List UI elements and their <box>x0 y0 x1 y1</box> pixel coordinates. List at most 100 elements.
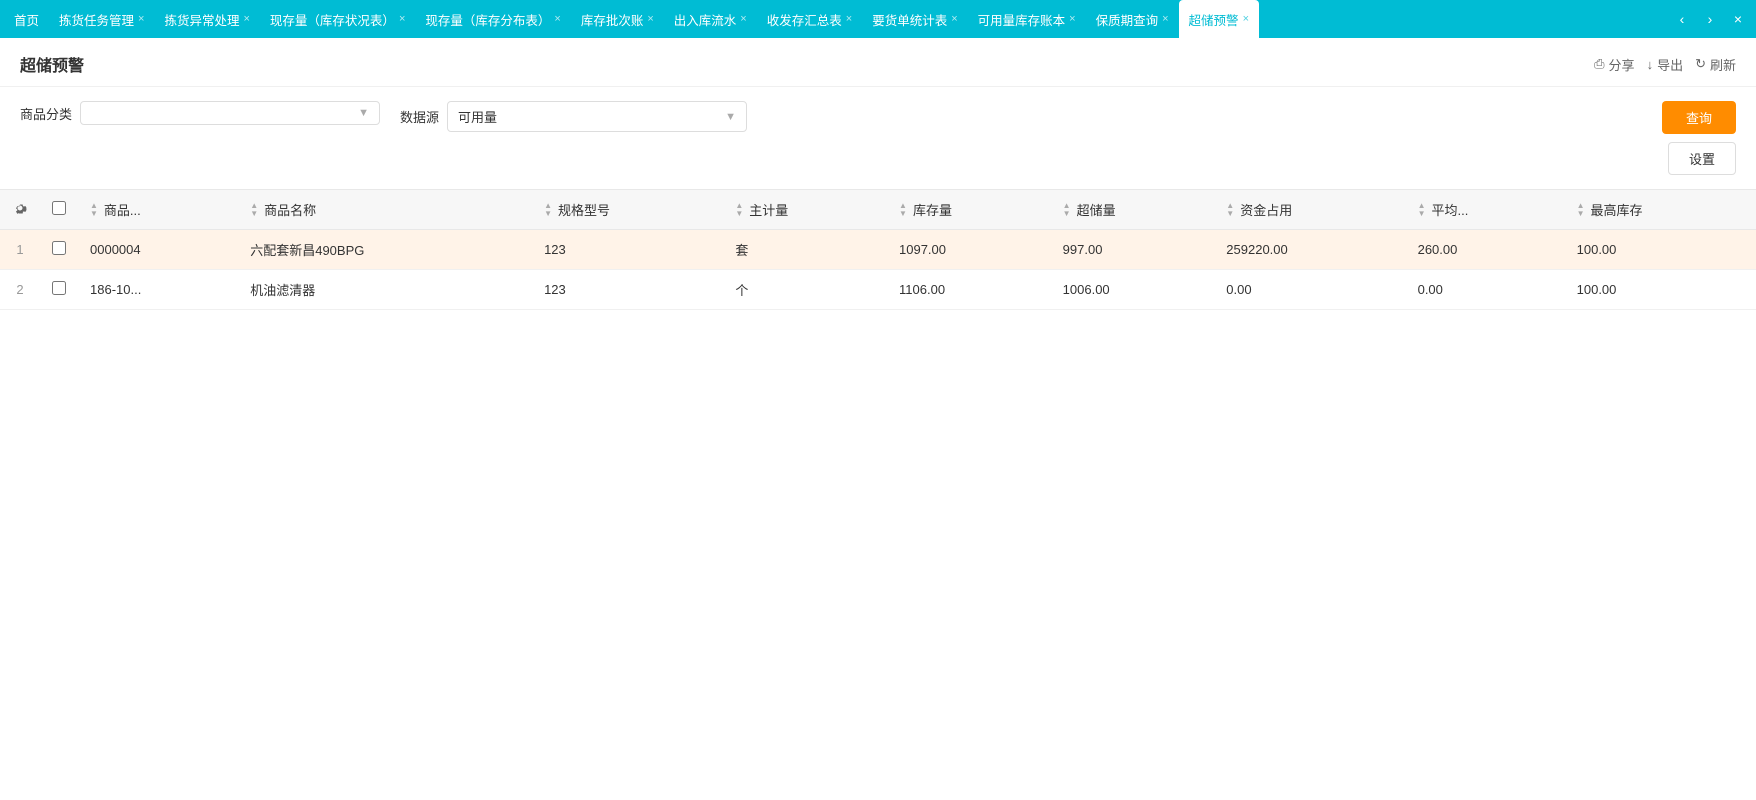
th-spec[interactable]: ▲▼ 规格型号 <box>532 190 723 230</box>
nav-tab-8-close[interactable]: × <box>951 13 957 25</box>
sort-arrows-icon-3: ▲▼ <box>544 202 552 218</box>
nav-tab-2-close[interactable]: × <box>243 13 249 25</box>
datasource-filter-group: 数据源 可用量 ▼ <box>400 101 747 132</box>
nav-tab-3[interactable]: 现存量（库存状况表） × <box>260 0 415 38</box>
th-max-stock[interactable]: ▲▼ 最高库存 <box>1565 190 1756 230</box>
table-header-row: ▲▼ 商品... ▲▼ 商品名称 ▲▼ 规格型号 <box>0 190 1756 230</box>
category-filter-group: 商品分类 ▼ <box>20 101 380 125</box>
row-1-product-code: 0000004 <box>78 230 238 270</box>
th-overstock-label: 超储量 <box>1077 200 1116 219</box>
nav-tab-8[interactable]: 要货单统计表 × <box>862 0 967 38</box>
nav-tab-11-close[interactable]: × <box>1243 13 1249 25</box>
th-avg[interactable]: ▲▼ 平均... <box>1406 190 1565 230</box>
datasource-select-value: 可用量 <box>458 107 497 126</box>
share-label: 分享 <box>1609 55 1635 74</box>
nav-tab-5[interactable]: 库存批次账 × <box>571 0 664 38</box>
nav-tab-home[interactable]: 首页 <box>4 0 49 38</box>
row-1-max-stock: 100.00 <box>1565 230 1756 270</box>
nav-tab-5-close[interactable]: × <box>647 13 653 25</box>
page-header: 超储预警 ⎙ 分享 ↓ 导出 ↻ 刷新 <box>0 38 1756 87</box>
th-product-name[interactable]: ▲▼ 商品名称 <box>238 190 532 230</box>
export-icon: ↓ <box>1647 57 1654 72</box>
gear-icon <box>12 200 28 216</box>
th-stock-label: 库存量 <box>913 200 952 219</box>
row-2-stock: 1106.00 <box>887 270 1051 310</box>
nav-tab-8-label: 要货单统计表 <box>872 10 947 29</box>
nav-tab-4-close[interactable]: × <box>554 13 560 25</box>
category-select[interactable]: ▼ <box>80 101 380 125</box>
chevron-down-icon-2: ▼ <box>725 111 736 123</box>
nav-tab-4-label: 现存量（库存分布表） <box>425 10 550 29</box>
nav-tab-5-label: 库存批次账 <box>581 10 644 29</box>
nav-close-button[interactable]: × <box>1724 0 1752 38</box>
select-all-checkbox[interactable] <box>52 201 66 215</box>
nav-tab-9-close[interactable]: × <box>1069 13 1075 25</box>
nav-tab-6-label: 出入库流水 <box>674 10 737 29</box>
nav-tab-1[interactable]: 拣货任务管理 × <box>49 0 154 38</box>
header-actions: ⎙ 分享 ↓ 导出 ↻ 刷新 <box>1594 55 1736 74</box>
th-capital[interactable]: ▲▼ 资金占用 <box>1214 190 1405 230</box>
page-title: 超储预警 <box>20 52 84 76</box>
sort-arrows-icon-9: ▲▼ <box>1577 202 1585 218</box>
nav-arrow-group: ‹ › × <box>1668 0 1752 38</box>
nav-tab-6-close[interactable]: × <box>740 13 746 25</box>
row-2-num: 2 <box>0 270 40 310</box>
th-unit[interactable]: ▲▼ 主计量 <box>723 190 887 230</box>
sort-arrows-icon-8: ▲▼ <box>1418 202 1426 218</box>
sort-arrows-icon-7: ▲▼ <box>1226 202 1234 218</box>
nav-tab-3-label: 现存量（库存状况表） <box>270 10 395 29</box>
row-1-unit: 套 <box>723 230 887 270</box>
nav-tab-6[interactable]: 出入库流水 × <box>664 0 757 38</box>
nav-tab-7[interactable]: 收发存汇总表 × <box>757 0 862 38</box>
refresh-button[interactable]: ↻ 刷新 <box>1695 55 1736 74</box>
datasource-select[interactable]: 可用量 ▼ <box>447 101 747 132</box>
row-2-checkbox[interactable] <box>52 281 66 295</box>
row-1-checkbox-cell[interactable] <box>40 230 78 270</box>
row-1-avg: 260.00 <box>1406 230 1565 270</box>
th-overstock[interactable]: ▲▼ 超储量 <box>1051 190 1215 230</box>
sort-arrows-icon-4: ▲▼ <box>735 202 743 218</box>
th-max-stock-label: 最高库存 <box>1591 200 1643 219</box>
sort-arrows-icon-6: ▲▼ <box>1063 202 1071 218</box>
query-button[interactable]: 查询 <box>1662 101 1736 134</box>
table-body: 1 0000004 六配套新昌490BPG 123 套 1097.00 997.… <box>0 230 1756 310</box>
row-2-spec: 123 <box>532 270 723 310</box>
row-1-num: 1 <box>0 230 40 270</box>
nav-tab-11[interactable]: 超储预警 × <box>1179 0 1259 38</box>
data-table: ▲▼ 商品... ▲▼ 商品名称 ▲▼ 规格型号 <box>0 189 1756 310</box>
th-stock[interactable]: ▲▼ 库存量 <box>887 190 1051 230</box>
nav-prev-button[interactable]: ‹ <box>1668 0 1696 38</box>
nav-tab-2[interactable]: 拣货异常处理 × <box>154 0 259 38</box>
data-table-container: ▲▼ 商品... ▲▼ 商品名称 ▲▼ 规格型号 <box>0 189 1756 330</box>
th-unit-label: 主计量 <box>749 200 788 219</box>
nav-tab-9[interactable]: 可用量库存账本 × <box>968 0 1086 38</box>
row-1-checkbox[interactable] <box>52 241 66 255</box>
export-label: 导出 <box>1657 55 1683 74</box>
datasource-filter-label: 数据源 <box>400 107 439 126</box>
top-navigation: 首页 拣货任务管理 × 拣货异常处理 × 现存量（库存状况表） × 现存量（库存… <box>0 0 1756 38</box>
sort-arrows-icon-2: ▲▼ <box>250 202 258 218</box>
chevron-down-icon: ▼ <box>358 107 369 119</box>
refresh-icon: ↻ <box>1695 56 1706 72</box>
row-1-capital: 259220.00 <box>1214 230 1405 270</box>
nav-tab-4[interactable]: 现存量（库存分布表） × <box>415 0 570 38</box>
th-product-code[interactable]: ▲▼ 商品... <box>78 190 238 230</box>
nav-tab-10-close[interactable]: × <box>1162 13 1168 25</box>
nav-tab-home-label: 首页 <box>14 10 39 29</box>
nav-tab-7-close[interactable]: × <box>846 13 852 25</box>
th-checkbox[interactable] <box>40 190 78 230</box>
th-settings[interactable] <box>0 190 40 230</box>
settings-button[interactable]: 设置 <box>1668 142 1736 175</box>
share-button[interactable]: ⎙ 分享 <box>1594 55 1634 74</box>
nav-tab-3-close[interactable]: × <box>399 13 405 25</box>
export-button[interactable]: ↓ 导出 <box>1647 55 1684 74</box>
row-2-capital: 0.00 <box>1214 270 1405 310</box>
row-1-spec: 123 <box>532 230 723 270</box>
nav-tab-1-close[interactable]: × <box>138 13 144 25</box>
nav-next-button[interactable]: › <box>1696 0 1724 38</box>
row-2-product-code: 186-10... <box>78 270 238 310</box>
row-2-checkbox-cell[interactable] <box>40 270 78 310</box>
sort-arrows-icon-5: ▲▼ <box>899 202 907 218</box>
nav-tab-10[interactable]: 保质期查询 × <box>1086 0 1179 38</box>
nav-tab-1-label: 拣货任务管理 <box>59 10 134 29</box>
